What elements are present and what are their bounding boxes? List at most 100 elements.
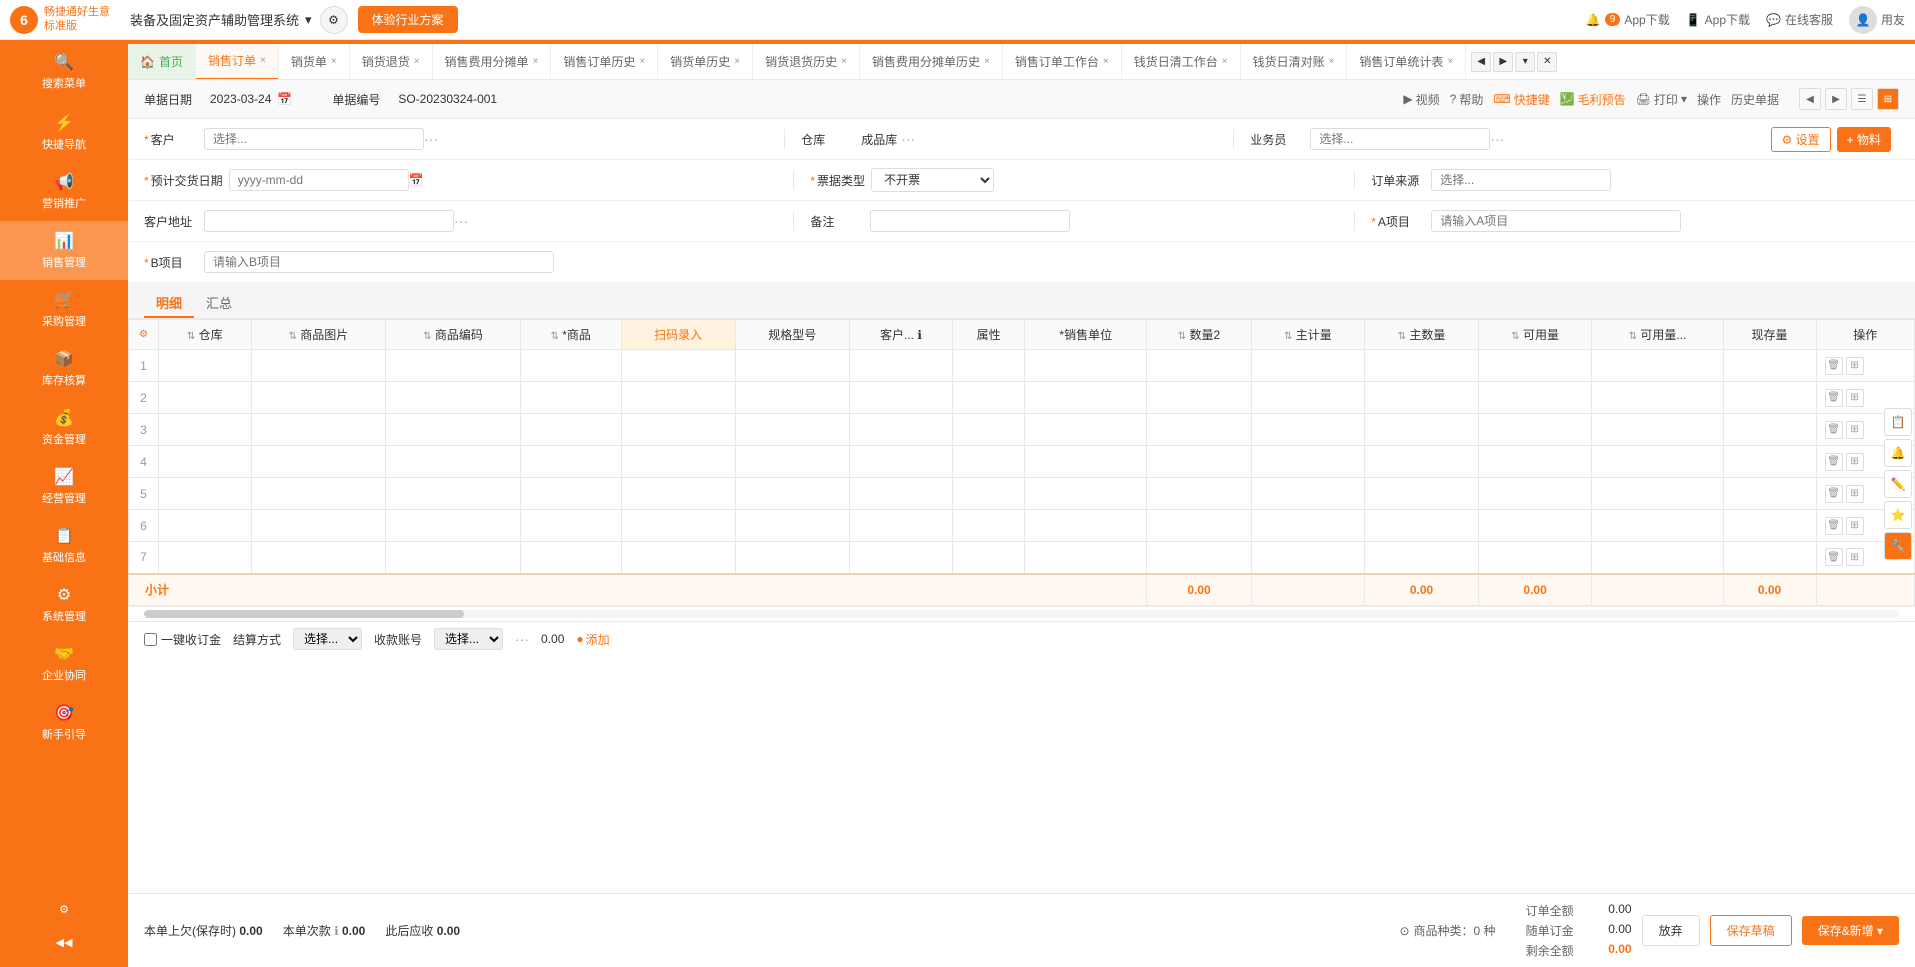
tabs-prev[interactable]: ◀: [1471, 52, 1491, 72]
tab-reconcile-close[interactable]: ×: [1329, 56, 1335, 67]
sidebar-collapse[interactable]: ◀◀: [8, 926, 120, 959]
row-4-code[interactable]: [386, 446, 521, 478]
tab-order-workbench[interactable]: 销售订单工作台 ×: [1003, 44, 1122, 80]
row-6-main-unit[interactable]: [1251, 510, 1365, 542]
sidebar-item-finance[interactable]: 💰 资金管理: [0, 398, 128, 457]
row-2-warehouse[interactable]: [159, 382, 252, 414]
row-4-main-unit[interactable]: [1251, 446, 1365, 478]
row-2-copy[interactable]: ⊞: [1846, 389, 1864, 407]
settings-btn[interactable]: ⚙ 设置: [1771, 127, 1831, 152]
th-available[interactable]: ⇅ 可用量: [1478, 320, 1592, 350]
row-4-delete[interactable]: 🗑: [1825, 453, 1843, 471]
row-5-available[interactable]: [1478, 478, 1592, 510]
row-3-available[interactable]: [1478, 414, 1592, 446]
bill-date-value[interactable]: 2023-03-24: [210, 92, 271, 106]
oper-action[interactable]: 操作: [1697, 91, 1721, 108]
address-input[interactable]: [204, 210, 454, 232]
th-unit[interactable]: *销售单位: [1025, 320, 1147, 350]
row-3-main-qty[interactable]: [1365, 414, 1479, 446]
row-7-customer-code[interactable]: [849, 542, 952, 574]
row-1-copy[interactable]: ⊞: [1846, 357, 1864, 375]
account-select[interactable]: 选择...: [434, 628, 503, 650]
row-2-main-unit[interactable]: [1251, 382, 1365, 414]
tab-sales-return-close[interactable]: ×: [414, 56, 420, 67]
table-view-btn[interactable]: ☰: [1851, 88, 1873, 110]
tab-sales-order-history[interactable]: 销售订单历史 ×: [551, 44, 658, 80]
horizontal-scrollbar[interactable]: [144, 610, 1899, 618]
tab-daily-clear[interactable]: 钱货日清工作台 ×: [1122, 44, 1241, 80]
add-footer-btn[interactable]: ● 添加: [576, 631, 609, 648]
invoice-type-select[interactable]: 不开票 增值税普通发票 增值税专用发票: [871, 168, 994, 192]
row-7-qty2[interactable]: [1147, 542, 1251, 574]
account-dots[interactable]: ···: [515, 631, 529, 647]
staff-input[interactable]: [1310, 128, 1490, 150]
row-2-delete[interactable]: 🗑: [1825, 389, 1843, 407]
address-dots[interactable]: ···: [454, 213, 468, 229]
row-3-image[interactable]: [251, 414, 386, 446]
row-2-spec[interactable]: [735, 382, 849, 414]
customer-input[interactable]: [204, 128, 424, 150]
scrollbar-area[interactable]: [128, 606, 1915, 621]
row-3-main-unit[interactable]: [1251, 414, 1365, 446]
row-4-goods[interactable]: [520, 446, 621, 478]
th-code[interactable]: ⇅ 商品编码: [386, 320, 521, 350]
th-warehouse[interactable]: ⇅ 仓库: [159, 320, 252, 350]
tab-sales-order-close[interactable]: ×: [260, 55, 266, 66]
row-5-attr[interactable]: [953, 478, 1025, 510]
scrollbar-thumb[interactable]: [144, 610, 464, 618]
row-1-action[interactable]: 🗑 ⊞: [1816, 350, 1914, 382]
tab-stats[interactable]: 销售订单统计表 ×: [1347, 44, 1466, 80]
row-1-attr[interactable]: [953, 350, 1025, 382]
row-1-goods[interactable]: [520, 350, 621, 382]
row-4-warehouse[interactable]: [159, 446, 252, 478]
history-action[interactable]: 历史单据: [1731, 91, 1779, 108]
row-2-customer-code[interactable]: [849, 382, 952, 414]
row-7-image[interactable]: [251, 542, 386, 574]
row-7-spec[interactable]: [735, 542, 849, 574]
row-3-goods[interactable]: [520, 414, 621, 446]
row-6-current[interactable]: [1723, 510, 1816, 542]
row-4-copy[interactable]: ⊞: [1846, 453, 1864, 471]
th-settings[interactable]: ⚙: [129, 320, 159, 350]
a-project-input[interactable]: [1431, 210, 1681, 232]
th-customer-code[interactable]: 客户... ℹ: [849, 320, 952, 350]
save-draft-button[interactable]: 保存草稿: [1710, 915, 1792, 946]
row-5-qty2[interactable]: [1147, 478, 1251, 510]
row-5-main-qty[interactable]: [1365, 478, 1479, 510]
pay-method-select[interactable]: 选择...: [293, 628, 362, 650]
tab-order-workbench-close[interactable]: ×: [1103, 56, 1109, 67]
bill-no-value[interactable]: SO-20230324-001: [398, 92, 497, 106]
row-3-customer-code[interactable]: [849, 414, 952, 446]
row-7-available2[interactable]: [1592, 542, 1723, 574]
settings-column-icon[interactable]: ⚙: [137, 329, 150, 340]
discard-button[interactable]: 放弃: [1642, 915, 1700, 946]
sidebar-item-purchase[interactable]: 🛒 采购管理: [0, 280, 128, 339]
row-1-available[interactable]: [1478, 350, 1592, 382]
tab-sales-return[interactable]: 销货退货 ×: [350, 44, 433, 80]
row-5-image[interactable]: [251, 478, 386, 510]
tab-sales-order[interactable]: 销售订单 ×: [196, 44, 279, 80]
tab-expense-history-close[interactable]: ×: [984, 56, 990, 67]
calendar2-icon[interactable]: 📅: [409, 173, 424, 187]
row-6-image[interactable]: [251, 510, 386, 542]
row-5-goods[interactable]: [520, 478, 621, 510]
tab-home[interactable]: 🏠 首页: [128, 44, 196, 80]
remark-input[interactable]: [870, 210, 1070, 232]
right-btn-5[interactable]: 🔧: [1884, 532, 1912, 560]
right-btn-4[interactable]: ⭐: [1884, 501, 1912, 529]
help-action[interactable]: ? 帮助: [1450, 91, 1484, 108]
row-6-copy[interactable]: ⊞: [1846, 517, 1864, 535]
tab-daily-clear-close[interactable]: ×: [1222, 56, 1228, 67]
row-5-warehouse[interactable]: [159, 478, 252, 510]
row-2-goods[interactable]: [520, 382, 621, 414]
row-1-main-qty[interactable]: [1365, 350, 1479, 382]
row-4-main-qty[interactable]: [1365, 446, 1479, 478]
tab-sales-order-history-close[interactable]: ×: [639, 56, 645, 67]
row-5-available2[interactable]: [1592, 478, 1723, 510]
row-7-unit[interactable]: [1025, 542, 1147, 574]
tabs-close-all[interactable]: ✕: [1537, 52, 1557, 72]
th-current[interactable]: 现存量: [1723, 320, 1816, 350]
row-1-unit[interactable]: [1025, 350, 1147, 382]
tab-reconcile[interactable]: 钱货日清对账 ×: [1241, 44, 1348, 80]
row-3-unit[interactable]: [1025, 414, 1147, 446]
